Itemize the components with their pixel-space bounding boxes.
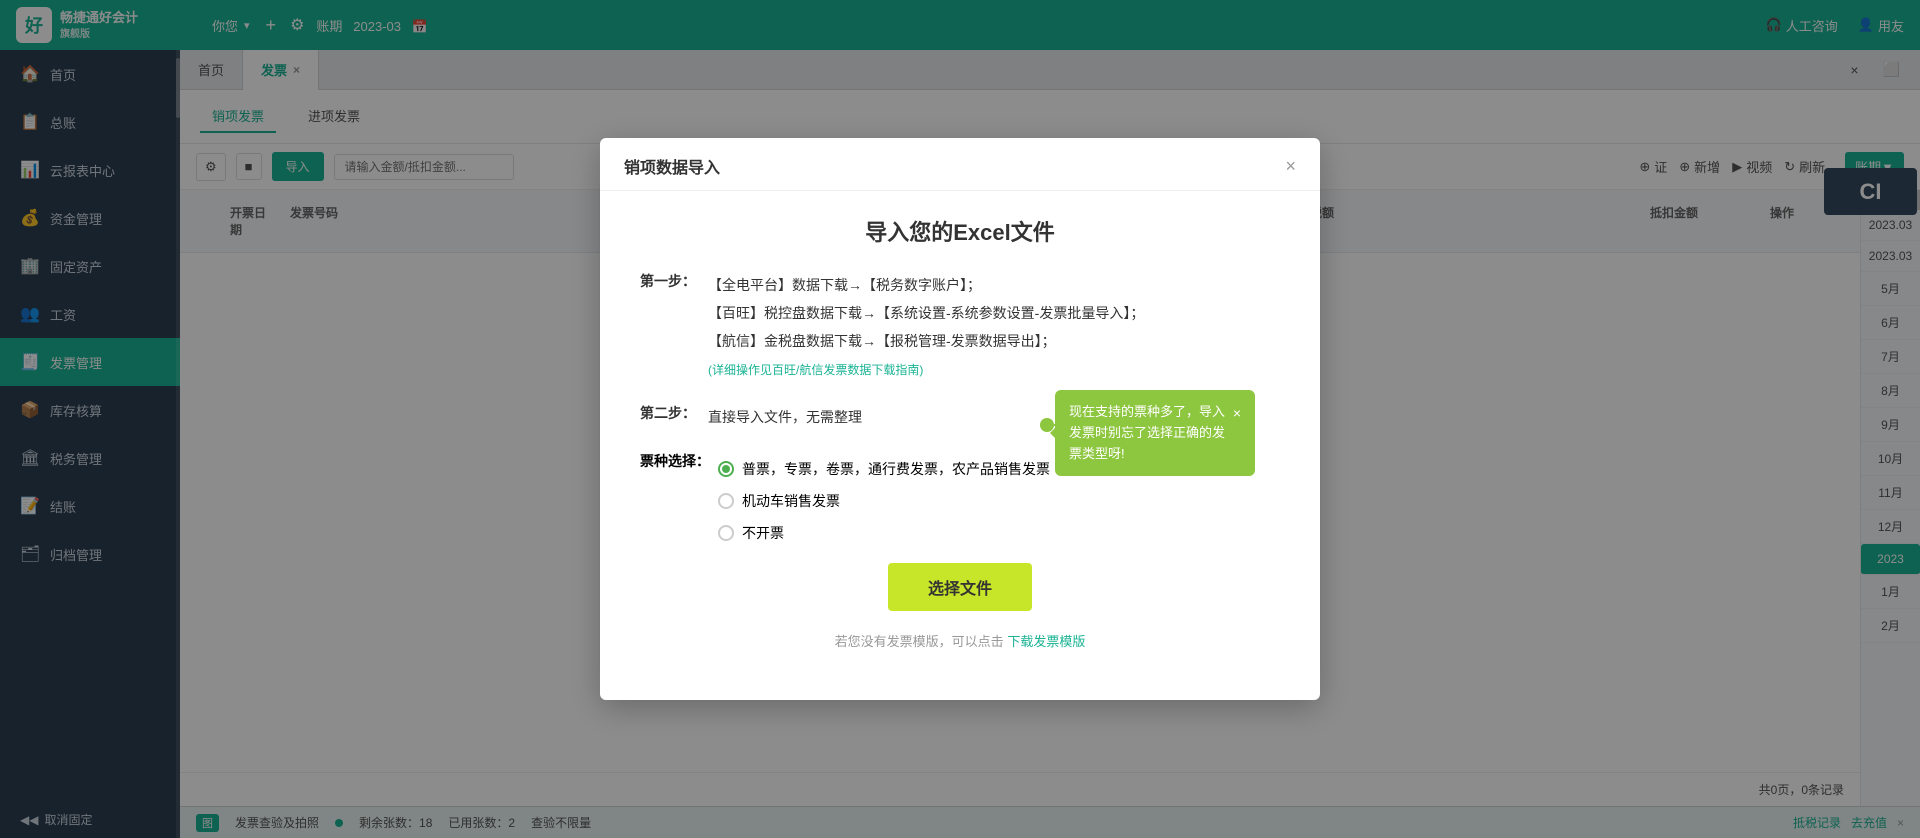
step1-content: 【全电平台】数据下载→【税务数字账户】； 【百旺】税控盘数据下载→【系统设置-系…: [704, 271, 1144, 383]
modal-title: 销项数据导入: [624, 154, 720, 178]
step1-link[interactable]: (详细操作见百旺/航信发票数据下载指南): [708, 363, 923, 377]
step2-content: 直接导入文件，无需整理: [704, 403, 862, 431]
step1-label: 第一步：: [640, 271, 696, 377]
tooltip-bubble: × 现在支持的票种多了，导入发票时别忘了选择正确的发票类型呀!: [1055, 390, 1255, 476]
step1-line-3: 【航信】金税盘数据下载→【报税管理-发票数据导出】；: [708, 327, 1144, 355]
radio-circle-1: [718, 461, 734, 477]
select-file-btn[interactable]: 选择文件: [888, 563, 1032, 611]
download-template-link[interactable]: 下载发票模版: [1007, 634, 1085, 649]
ticket-label: 票种选择：: [640, 451, 710, 471]
radio-group: 普票，专票，卷票，通行费发票，农产品销售发票 机动车销售发票 不开票: [718, 459, 1050, 543]
modal-header: 销项数据导入 ×: [600, 138, 1320, 191]
radio-label-2: 机动车销售发票: [742, 491, 840, 511]
radio-option-1[interactable]: 普票，专票，卷票，通行费发票，农产品销售发票: [718, 459, 1050, 479]
modal-footer: 若您没有发票模版，可以点击 下载发票模版: [640, 631, 1280, 650]
radio-option-3[interactable]: 不开票: [718, 523, 1050, 543]
modal-main-title: 导入您的Excel文件: [640, 215, 1280, 247]
modal-close-btn[interactable]: ×: [1285, 156, 1296, 177]
tooltip-text: 现在支持的票种多了，导入发票时别忘了选择正确的发票类型呀!: [1069, 404, 1225, 461]
radio-option-2[interactable]: 机动车销售发票: [718, 491, 1050, 511]
radio-circle-2: [718, 493, 734, 509]
step1-line-2: 【百旺】税控盘数据下载→【系统设置-系统参数设置-发票批量导入】；: [708, 299, 1144, 327]
step1-line-1: 【全电平台】数据下载→【税务数字账户】；: [708, 271, 1144, 299]
radio-label-1: 普票，专票，卷票，通行费发票，农产品销售发票: [742, 459, 1050, 479]
radio-circle-3: [718, 525, 734, 541]
radio-label-3: 不开票: [742, 523, 784, 543]
tooltip-close-btn[interactable]: ×: [1233, 402, 1241, 424]
step-1: 第一步： 【全电平台】数据下载→【税务数字账户】； 【百旺】税控盘数据下载→【系…: [640, 271, 1280, 383]
step2-label: 第二步：: [640, 403, 696, 425]
